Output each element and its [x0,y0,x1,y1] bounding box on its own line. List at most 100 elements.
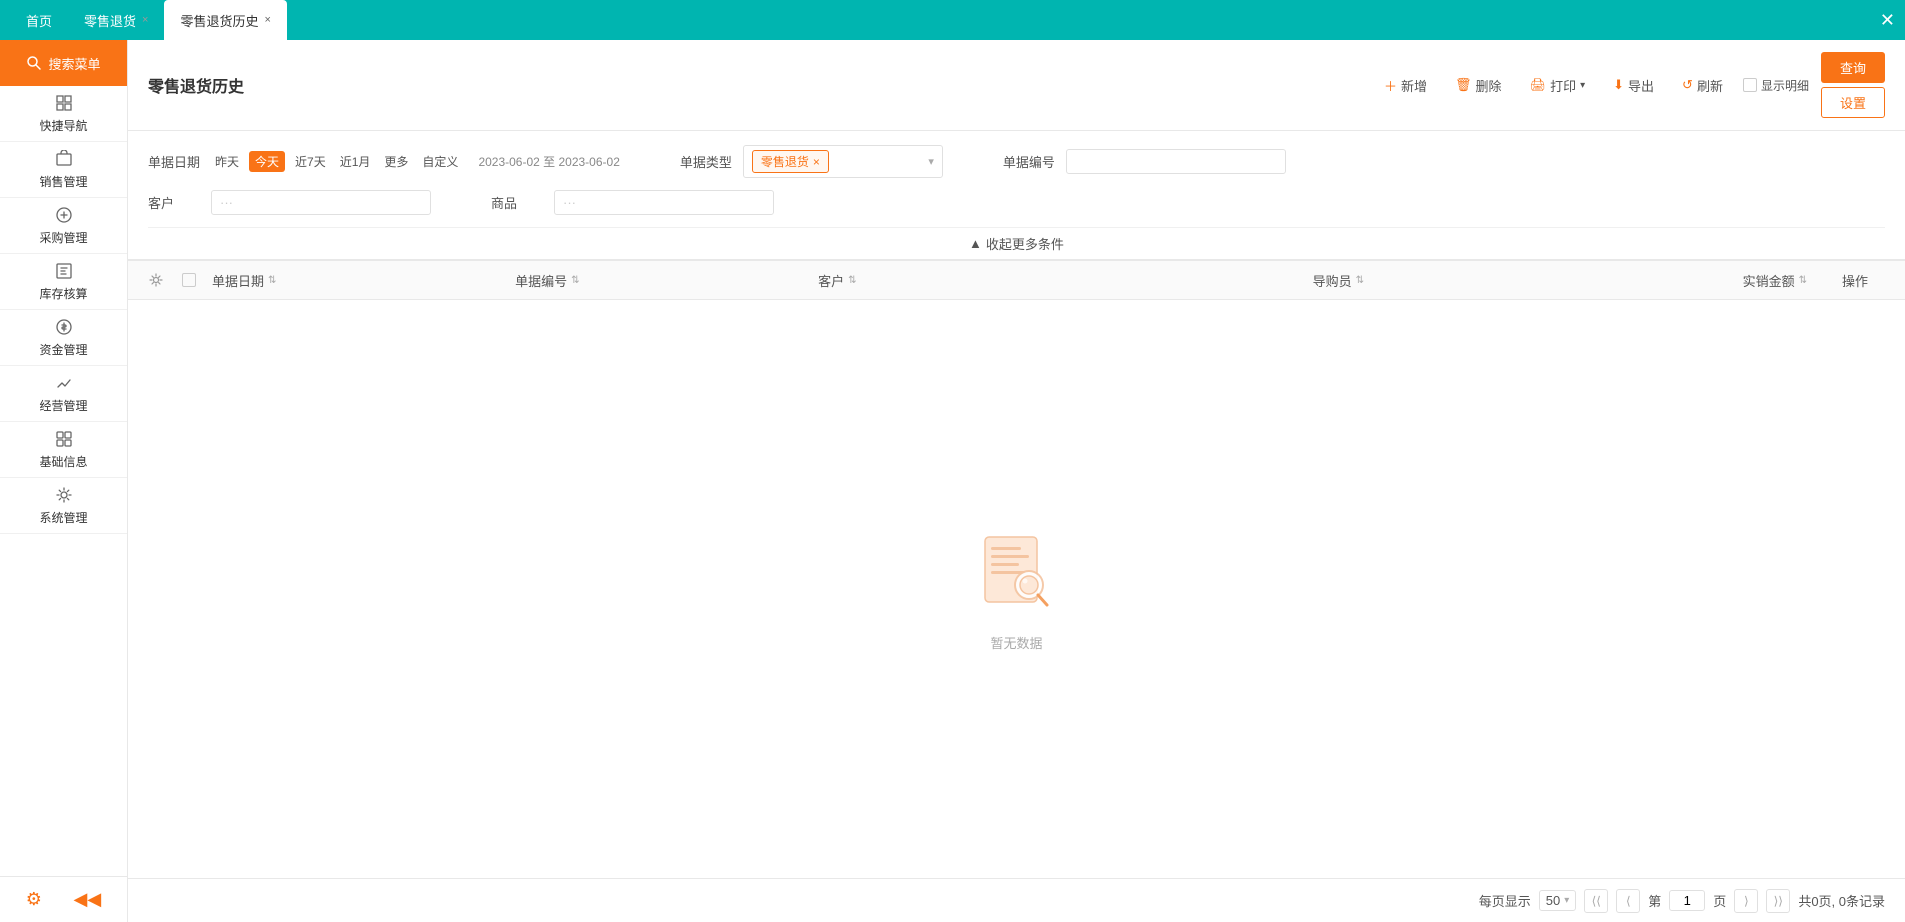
print-icon: 🖨 [1530,77,1547,93]
search-icon [26,55,42,71]
th-amount[interactable]: 实销金额 ⇅ [1560,271,1815,290]
th-guide-label: 导购员 [1313,271,1352,290]
date-opt-1month[interactable]: 近1月 [336,152,375,171]
add-button[interactable]: ＋ 新增 [1376,72,1435,99]
empty-state: 暂无数据 [128,300,1905,878]
sidebar-item-inventory-label: 库存核算 [39,285,87,302]
collapse-button[interactable]: ▲ 收起更多条件 [148,227,1885,259]
sidebar-item-inventory[interactable]: 库存核算 [0,254,127,310]
th-customer[interactable]: 客户 ⇅ [810,271,1304,290]
table-header: 单据日期 ⇅ 单据编号 ⇅ 客户 ⇅ 导购员 ⇅ 实销金额 ⇅ [128,260,1905,300]
type-tag-close[interactable]: × [813,155,820,169]
date-opt-yesterday[interactable]: 昨天 [211,152,243,171]
page-prev-button[interactable]: ⟨ [1616,889,1640,913]
date-range-display: 2023-06-02 至 2023-06-02 [478,153,619,170]
page-size-select[interactable]: 50 ▾ [1539,890,1577,911]
sidebar-item-operations[interactable]: 经营管理 [0,366,127,422]
filter-row-1: 单据日期 昨天 今天 近7天 近1月 更多 自定义 2023-06-02 至 2… [148,145,1885,178]
th-date[interactable]: 单据日期 ⇅ [204,271,507,290]
sidebar-item-quick-nav[interactable]: 快捷导航 [0,86,127,142]
page-size-arrow: ▾ [1564,895,1569,906]
toolbar: ＋ 新增 🗑 删除 🖨 打印 ▾ ⬇ 导出 ↺ 刷新 [1376,52,1885,118]
page-word2: 页 [1713,891,1726,910]
type-filter: 单据类型 零售退货 × ▾ [680,145,943,178]
pagination: 每页显示 50 ▾ ⟨⟨ ⟨ 第 页 ⟩ ⟩⟩ 共0页, 0条记录 [128,878,1905,922]
collapse-label: 收起更多条件 [986,234,1064,253]
date-opt-more[interactable]: 更多 [380,152,412,171]
refresh-icon: ↺ [1682,77,1693,93]
type-select-arrow: ▾ [928,155,934,168]
num-filter-input[interactable] [1066,149,1286,174]
date-opt-7days[interactable]: 近7天 [291,152,330,171]
customer-filter-input[interactable]: ··· [211,190,431,215]
date-opt-today[interactable]: 今天 [249,151,285,172]
date-opt-custom[interactable]: 自定义 [418,152,462,171]
sidebar-item-purchase-label: 采购管理 [39,229,87,246]
system-icon [54,485,74,505]
date-filter-label: 单据日期 [148,152,203,171]
sidebar-item-basic-info-label: 基础信息 [39,453,87,470]
sidebar-item-system[interactable]: 系统管理 [0,478,127,534]
tab-retail-return-history-label: 零售退货历史 [180,11,258,30]
sidebar-bottom: ⚙ ◀◀ [0,876,127,922]
add-icon: ＋ [1384,76,1397,95]
sidebar: 搜索菜单 快捷导航 销售管理 [0,40,128,922]
operations-icon [54,373,74,393]
th-checkbox[interactable] [174,273,204,287]
th-num-sort-icon: ⇅ [571,275,579,286]
th-guide[interactable]: 导购员 ⇅ [1305,271,1560,290]
type-select[interactable]: 零售退货 × ▾ [743,145,943,178]
delete-button[interactable]: 🗑 删除 [1447,72,1510,99]
quick-nav-icon [54,93,74,113]
main-content: 零售退货历史 ＋ 新增 🗑 删除 🖨 打印 ▾ ⬇ 导出 [128,40,1905,922]
page-number-input[interactable] [1669,890,1705,911]
th-num[interactable]: 单据编号 ⇅ [507,271,810,290]
sound-icon[interactable]: ◀◀ [74,889,102,910]
sales-icon [54,149,74,169]
sidebar-item-purchase[interactable]: 采购管理 [0,198,127,254]
basic-info-icon [54,429,74,449]
add-label: 新增 [1401,76,1427,95]
search-menu-label: 搜索菜单 [48,54,100,73]
window-close-button[interactable]: ✕ [1880,10,1895,31]
delete-label: 删除 [1476,76,1502,95]
th-customer-label: 客户 [818,271,844,290]
goods-filter: 商品 ··· [491,190,774,215]
print-arrow-icon: ▾ [1580,80,1585,91]
page-next-button[interactable]: ⟩ [1734,889,1758,913]
export-button[interactable]: ⬇ 导出 [1605,72,1662,99]
show-detail-checkbox[interactable] [1743,78,1757,92]
refresh-button[interactable]: ↺ 刷新 [1674,72,1731,99]
select-all-checkbox[interactable] [182,273,196,287]
tab-retail-return[interactable]: 零售退货 × [68,0,164,40]
empty-text: 暂无数据 [990,633,1042,652]
tab-retail-return-history-close[interactable]: × [264,14,270,26]
set-button[interactable]: 设置 [1821,87,1885,118]
query-button[interactable]: 查询 [1821,52,1885,83]
settings-icon[interactable]: ⚙ [26,889,42,910]
sidebar-item-basic-info[interactable]: 基础信息 [0,422,127,478]
tab-list: 首页 零售退货 × 零售退货历史 × [10,0,1880,40]
goods-filter-input[interactable]: ··· [554,190,774,215]
top-bar: 首页 零售退货 × 零售退货历史 × ✕ [0,0,1905,40]
page-word: 第 [1648,891,1661,910]
date-filter: 单据日期 昨天 今天 近7天 近1月 更多 自定义 2023-06-02 至 2… [148,151,620,172]
sidebar-item-finance[interactable]: 资金管理 [0,310,127,366]
page-first-button[interactable]: ⟨⟨ [1584,889,1608,913]
print-button[interactable]: 🖨 打印 ▾ [1522,72,1594,99]
search-menu-button[interactable]: 搜索菜单 [0,40,127,86]
customer-filter: 客户 ··· [148,190,431,215]
th-amount-sort-icon: ⇅ [1799,275,1807,286]
empty-illustration [967,527,1067,617]
th-guide-sort-icon: ⇅ [1356,275,1364,286]
tab-home-label: 首页 [26,11,52,30]
tab-retail-return-close[interactable]: × [142,14,148,26]
sidebar-item-sales[interactable]: 销售管理 [0,142,127,198]
th-settings[interactable] [138,273,174,287]
page-last-button[interactable]: ⟩⟩ [1766,889,1790,913]
tab-home[interactable]: 首页 [10,0,68,40]
sidebar-item-quick-nav-label: 快捷导航 [39,117,87,134]
customer-filter-label: 客户 [148,193,203,212]
type-tag-label: 零售退货 [761,153,809,170]
tab-retail-return-history[interactable]: 零售退货历史 × [164,0,286,40]
